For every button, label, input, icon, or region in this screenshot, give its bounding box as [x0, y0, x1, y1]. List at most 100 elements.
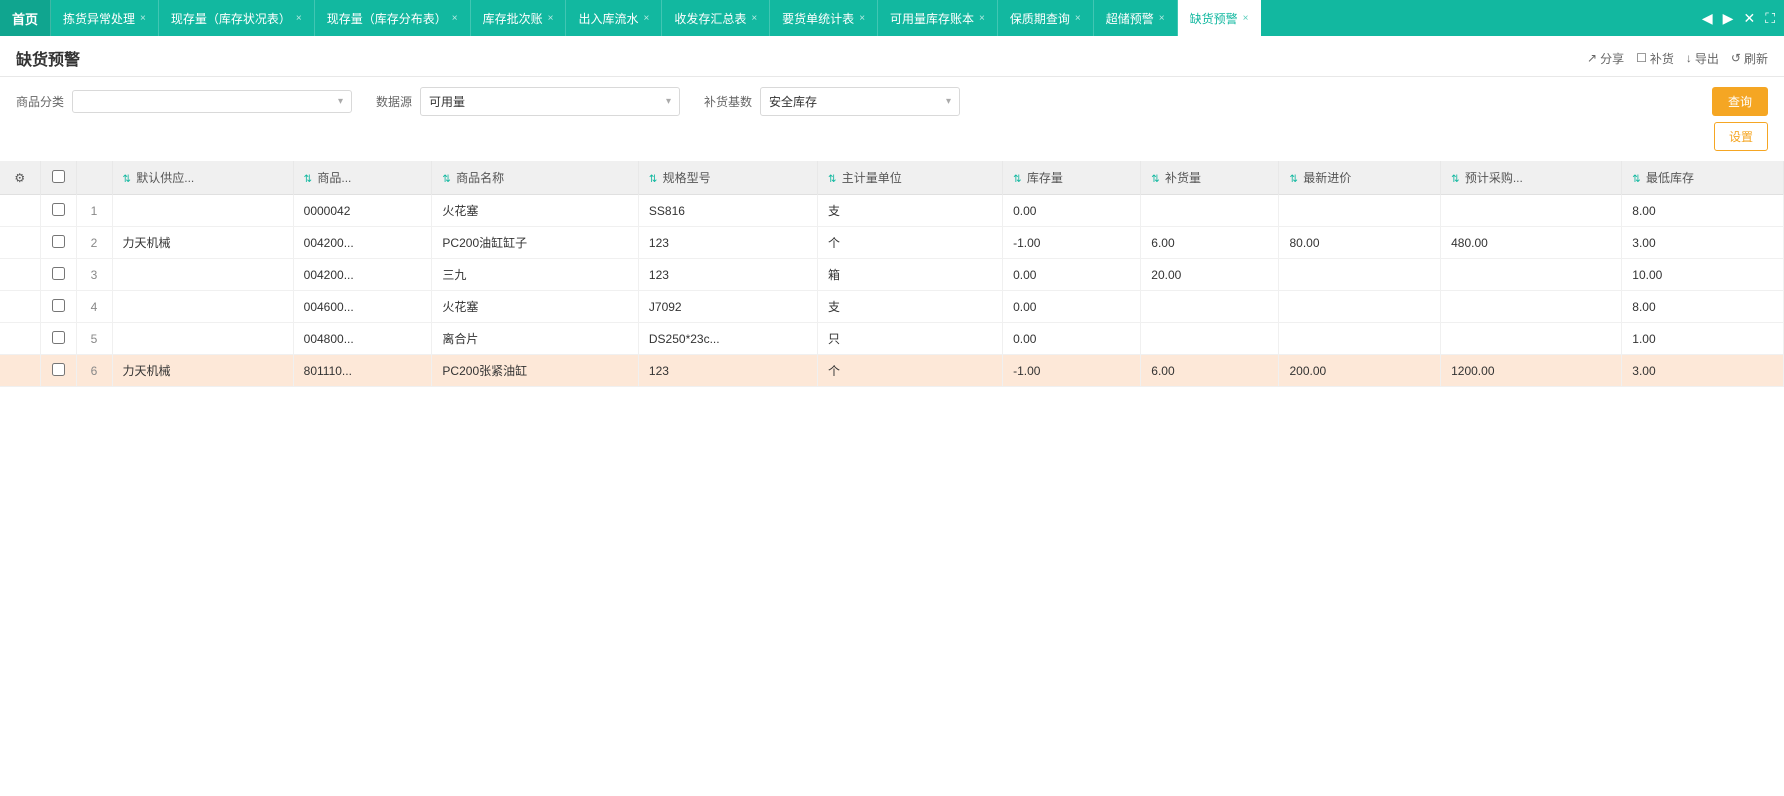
- row-stock-cell: 0.00: [1003, 291, 1141, 323]
- row-settings-cell: [0, 195, 40, 227]
- close-tab-recv-summary[interactable]: ×: [751, 13, 757, 24]
- close-tab-expiry-query[interactable]: ×: [1075, 13, 1081, 24]
- col-product-code[interactable]: ⇅ 商品...: [293, 161, 432, 195]
- export-icon: ↓: [1686, 51, 1692, 65]
- replenish-base-select[interactable]: 安全库存 ▾: [760, 87, 960, 116]
- nav-tabs: 首页 拣货异常处理 × 现存量（库存状况表） × 现存量（库存分布表） × 库存…: [0, 0, 1784, 36]
- nav-next-button[interactable]: ▶: [1718, 8, 1739, 29]
- settings-button[interactable]: 设置: [1714, 122, 1768, 151]
- row-settings-cell: [0, 259, 40, 291]
- col-min-stock[interactable]: ⇅ 最低库存: [1622, 161, 1784, 195]
- export-button[interactable]: ↓ 导出: [1686, 50, 1719, 67]
- tab-batch-account[interactable]: 库存批次账 ×: [471, 0, 567, 36]
- row-name-cell: 三九: [432, 259, 638, 291]
- row-checkbox[interactable]: [52, 203, 65, 216]
- row-checkbox-cell: [40, 291, 76, 323]
- tab-demand-stats[interactable]: 要货单统计表 ×: [770, 0, 878, 36]
- row-num-cell: 1: [76, 195, 112, 227]
- row-spec-cell: 123: [638, 227, 817, 259]
- datasource-select[interactable]: 可用量 ▾: [420, 87, 680, 116]
- row-checkbox[interactable]: [52, 267, 65, 280]
- row-settings-cell: [0, 227, 40, 259]
- close-tab-available-ledger[interactable]: ×: [979, 13, 985, 24]
- close-tab-overstock-warn[interactable]: ×: [1159, 13, 1165, 24]
- query-button[interactable]: 查询: [1712, 87, 1768, 116]
- close-tab-batch-account[interactable]: ×: [548, 13, 554, 24]
- row-num-cell: 2: [76, 227, 112, 259]
- sort-icon-code: ⇅: [304, 174, 312, 185]
- tab-expiry-query[interactable]: 保质期查询 ×: [998, 0, 1094, 36]
- close-tab-shortage-warn[interactable]: ×: [1243, 13, 1249, 24]
- row-checkbox[interactable]: [52, 299, 65, 312]
- row-code-cell: 004800...: [293, 323, 432, 355]
- col-latest-price[interactable]: ⇅ 最新进价: [1279, 161, 1441, 195]
- refresh-button[interactable]: ↺ 刷新: [1731, 50, 1768, 67]
- nav-controls: ◀ ▶ ✕ ⛶: [1693, 8, 1784, 29]
- row-replenish-cell: [1141, 195, 1279, 227]
- category-label: 商品分类: [16, 93, 64, 110]
- col-est-purchase[interactable]: ⇅ 预计采购...: [1441, 161, 1622, 195]
- nav-prev-button[interactable]: ◀: [1697, 8, 1718, 29]
- row-price-cell: [1279, 195, 1441, 227]
- row-checkbox[interactable]: [52, 235, 65, 248]
- col-default-supplier[interactable]: ⇅ 默认供应...: [112, 161, 293, 195]
- close-tab-inventory-dist[interactable]: ×: [452, 13, 458, 24]
- table-row: 4004600...火花塞J7092支0.008.00: [0, 291, 1784, 323]
- nav-close-button[interactable]: ✕: [1738, 8, 1760, 29]
- tab-inventory-dist[interactable]: 现存量（库存分布表） ×: [315, 0, 471, 36]
- col-spec[interactable]: ⇅ 规格型号: [638, 161, 817, 195]
- table-row: 3004200...三九123箱0.0020.0010.00: [0, 259, 1784, 291]
- tab-available-ledger[interactable]: 可用量库存账本 ×: [878, 0, 998, 36]
- row-checkbox[interactable]: [52, 331, 65, 344]
- col-settings[interactable]: ⚙: [0, 161, 40, 195]
- row-unit-cell: 只: [818, 323, 1003, 355]
- row-est-cell: [1441, 195, 1622, 227]
- sort-icon-replenish: ⇅: [1151, 174, 1159, 185]
- tab-overstock-warn[interactable]: 超储预警 ×: [1094, 0, 1178, 36]
- close-tab-inout-flow[interactable]: ×: [643, 13, 649, 24]
- sort-icon-supplier: ⇅: [123, 174, 131, 185]
- select-all-checkbox[interactable]: [52, 170, 65, 183]
- row-price-cell: [1279, 291, 1441, 323]
- data-table: ⚙ ⇅ 默认供应... ⇅ 商品... ⇅: [0, 161, 1784, 387]
- tab-home[interactable]: 首页: [0, 0, 51, 36]
- row-supplier-cell: [112, 323, 293, 355]
- row-replenish-cell: 6.00: [1141, 355, 1279, 387]
- tab-inout-flow[interactable]: 出入库流水 ×: [566, 0, 662, 36]
- tab-batch-error[interactable]: 拣货异常处理 ×: [51, 0, 159, 36]
- row-price-cell: [1279, 259, 1441, 291]
- row-name-cell: PC200油缸缸子: [432, 227, 638, 259]
- col-unit[interactable]: ⇅ 主计量单位: [818, 161, 1003, 195]
- replenish-button[interactable]: ☐ 补货: [1636, 50, 1674, 67]
- replenish-base-value: 安全库存: [769, 93, 946, 110]
- sort-icon-stock: ⇅: [1013, 174, 1021, 185]
- close-tab-batch-error[interactable]: ×: [140, 13, 146, 24]
- col-replenish-qty[interactable]: ⇅ 补货量: [1141, 161, 1279, 195]
- row-checkbox-cell: [40, 355, 76, 387]
- row-code-cell: 004200...: [293, 259, 432, 291]
- row-replenish-cell: [1141, 291, 1279, 323]
- tab-recv-summary[interactable]: 收发存汇总表 ×: [662, 0, 770, 36]
- row-code-cell: 004600...: [293, 291, 432, 323]
- row-checkbox[interactable]: [52, 363, 65, 376]
- row-est-cell: [1441, 259, 1622, 291]
- row-settings-cell: [0, 355, 40, 387]
- close-tab-inventory-status[interactable]: ×: [296, 13, 302, 24]
- nav-fullscreen-button[interactable]: ⛶: [1760, 8, 1780, 29]
- row-supplier-cell: [112, 195, 293, 227]
- col-stock-qty[interactable]: ⇅ 库存量: [1003, 161, 1141, 195]
- row-stock-cell: -1.00: [1003, 227, 1141, 259]
- tab-shortage-warn[interactable]: 缺货预警 ×: [1178, 0, 1262, 36]
- share-button[interactable]: ↗ 分享: [1587, 50, 1624, 67]
- col-product-name[interactable]: ⇅ 商品名称: [432, 161, 638, 195]
- row-est-cell: [1441, 291, 1622, 323]
- category-chevron-icon: ▾: [338, 96, 343, 107]
- row-supplier-cell: [112, 291, 293, 323]
- tab-inventory-status[interactable]: 现存量（库存状况表） ×: [159, 0, 315, 36]
- replenish-base-chevron-icon: ▾: [946, 96, 951, 107]
- filters-main: 商品分类 ▾ 数据源 可用量 ▾ 补货基数 安全库存 ▾: [16, 87, 1696, 116]
- row-num-cell: 4: [76, 291, 112, 323]
- category-select[interactable]: ▾: [72, 90, 352, 113]
- datasource-filter: 数据源 可用量 ▾: [376, 87, 680, 116]
- close-tab-demand-stats[interactable]: ×: [859, 13, 865, 24]
